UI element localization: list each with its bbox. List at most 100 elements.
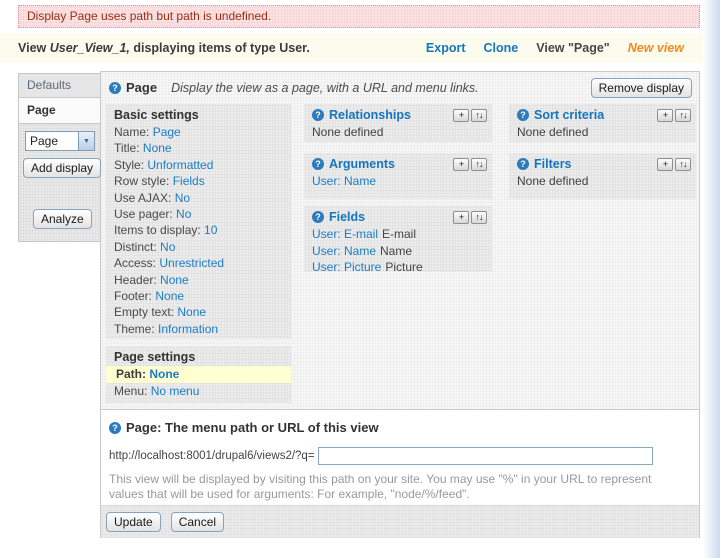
setting-row-row-style: Row style: Fields	[114, 174, 205, 189]
rearrange-arguments-button[interactable]: ↑↓	[471, 158, 487, 171]
add-argument-button[interactable]: +	[453, 158, 469, 171]
cancel-button[interactable]: Cancel	[170, 512, 225, 532]
rearrange-fields-button[interactable]: ↑↓	[471, 211, 487, 224]
sort-criteria-empty-text: None defined	[517, 125, 589, 139]
setting-value-link[interactable]: 10	[204, 223, 217, 237]
help-icon[interactable]: ?	[517, 158, 529, 170]
setting-value-link[interactable]: No	[175, 191, 190, 205]
menu-value-link[interactable]: No menu	[151, 384, 200, 398]
setting-value-link[interactable]: None	[143, 141, 172, 155]
help-icon[interactable]: ?	[109, 81, 121, 94]
field-link[interactable]: User: Name	[312, 244, 376, 258]
page-settings-box: Page settings Path: None Menu: No menu	[106, 346, 291, 403]
display-edit-area: ? Page Display the view as a page, with …	[100, 71, 700, 538]
add-sort-button[interactable]: +	[657, 109, 673, 122]
setting-row-distinct: Distinct: No	[114, 239, 176, 254]
help-icon[interactable]: ?	[109, 421, 121, 434]
views-ui-page: { "icons": { "help": "?", "add": "+", "r…	[0, 0, 720, 558]
update-button[interactable]: Update	[106, 512, 161, 532]
field-link[interactable]: User: E-mail	[312, 227, 378, 241]
setting-value-link[interactable]: Unformatted	[147, 158, 213, 172]
path-input[interactable]	[317, 447, 653, 465]
path-value-link[interactable]: None	[149, 367, 179, 381]
view-name: User_View_1,	[49, 41, 130, 55]
export-link[interactable]: Export	[426, 41, 466, 55]
setting-value-link[interactable]: None	[177, 305, 206, 319]
relationships-box: ? Relationships + ↑↓ None defined	[304, 104, 492, 142]
chevron-down-icon: ▼	[78, 132, 94, 150]
rearrange-sorts-button[interactable]: ↑↓	[675, 109, 691, 122]
display-title: Page	[126, 80, 158, 95]
path-form-header: ? Page: The menu path or URL of this vie…	[101, 410, 699, 435]
arguments-title-link[interactable]: Arguments	[329, 157, 395, 171]
setting-row-header: Header: None	[114, 272, 189, 287]
form-actions-strip: Update Cancel	[101, 505, 699, 538]
field-label: E-mail	[382, 227, 417, 241]
relationships-title-link[interactable]: Relationships	[329, 108, 411, 122]
filters-empty-text: None defined	[517, 174, 589, 188]
setting-value-link[interactable]: None	[155, 289, 184, 303]
sort-criteria-title-link[interactable]: Sort criteria	[534, 108, 604, 122]
help-icon[interactable]: ?	[517, 109, 529, 121]
field-item: User: Name Name	[304, 243, 492, 260]
help-icon[interactable]: ?	[312, 158, 324, 170]
argument-item: User: Name	[304, 173, 492, 190]
setting-value-link[interactable]: No	[176, 207, 191, 221]
display-header: ? Page Display the view as a page, with …	[109, 80, 479, 95]
display-type-select[interactable]: Page ▼	[25, 131, 95, 151]
help-icon[interactable]: ?	[312, 211, 324, 223]
clone-link[interactable]: Clone	[484, 41, 519, 55]
sidebar-tab-defaults[interactable]: Defaults	[18, 73, 101, 98]
basic-settings-box: Basic settings Name: Page Title: None St…	[106, 104, 291, 339]
setting-row-style: Style: Unformatted	[114, 157, 214, 172]
basic-settings-title: Basic settings	[114, 108, 199, 122]
url-prefix-text: http://localhost:8001/drupal6/views2/?q=	[109, 450, 315, 462]
info-links: Export Clone View "Page" New view	[426, 41, 684, 55]
field-item: User: Picture Picture	[304, 259, 492, 276]
view-page-link[interactable]: View "Page"	[536, 41, 609, 55]
setting-row-empty-text: Empty text: None	[114, 305, 207, 320]
help-icon[interactable]: ?	[312, 109, 324, 121]
setting-value-link[interactable]: Unrestricted	[159, 256, 224, 270]
sort-criteria-box: ? Sort criteria + ↑↓ None defined	[509, 104, 696, 142]
fields-title-link[interactable]: Fields	[329, 210, 365, 224]
filters-title-link[interactable]: Filters	[534, 157, 572, 171]
setting-row-use-pager: Use pager: No	[114, 207, 192, 222]
add-field-button[interactable]: +	[453, 211, 469, 224]
info-prefix: View	[18, 41, 50, 55]
filters-box: ? Filters + ↑↓ None defined	[509, 153, 696, 199]
rearrange-relationships-button[interactable]: ↑↓	[471, 109, 487, 122]
path-description: This view will be displayed by visiting …	[109, 472, 652, 501]
setting-value-link[interactable]: None	[160, 273, 189, 287]
field-item: User: E-mail E-mail	[304, 226, 492, 243]
rearrange-filters-button[interactable]: ↑↓	[675, 158, 691, 171]
display-tabs-sidebar: Defaults Page Page ▼ Add display Analyze	[18, 73, 102, 242]
add-relationship-button[interactable]: +	[453, 109, 469, 122]
remove-display-button[interactable]: Remove display	[590, 78, 692, 98]
add-filter-button[interactable]: +	[657, 158, 673, 171]
setting-row-footer: Footer: None	[114, 289, 185, 304]
path-form-title: Page: The menu path or URL of this view	[126, 420, 379, 435]
sidebar-controls-panel: Page ▼ Add display Analyze	[18, 124, 102, 242]
setting-value-link[interactable]: No	[160, 240, 175, 254]
path-url-row: http://localhost:8001/drupal6/views2/?q=	[101, 435, 699, 465]
setting-value-link[interactable]: Information	[158, 322, 218, 336]
setting-row-title: Title: None	[114, 141, 172, 156]
setting-row-name: Name: Page	[114, 125, 181, 139]
new-view-link[interactable]: New view	[628, 41, 684, 55]
field-label: Name	[380, 243, 413, 258]
display-type-select-value: Page	[30, 134, 59, 148]
error-message: Display Page uses path but path is undef…	[18, 5, 700, 28]
setting-value-link[interactable]: Page	[153, 125, 181, 139]
argument-link[interactable]: User: Name	[312, 174, 376, 188]
page-settings-title: Page settings	[114, 350, 196, 364]
menu-setting-row: Menu: No menu	[114, 383, 200, 398]
sidebar-tab-page[interactable]: Page	[18, 98, 101, 124]
relationships-empty-text: None defined	[312, 125, 384, 139]
setting-value-link[interactable]: Fields	[173, 174, 205, 188]
field-label: Picture	[385, 260, 423, 274]
info-suffix: displaying items of type User.	[129, 41, 310, 55]
analyze-button[interactable]: Analyze	[33, 209, 92, 229]
add-display-button[interactable]: Add display	[23, 158, 102, 178]
field-link[interactable]: User: Picture	[312, 260, 381, 274]
